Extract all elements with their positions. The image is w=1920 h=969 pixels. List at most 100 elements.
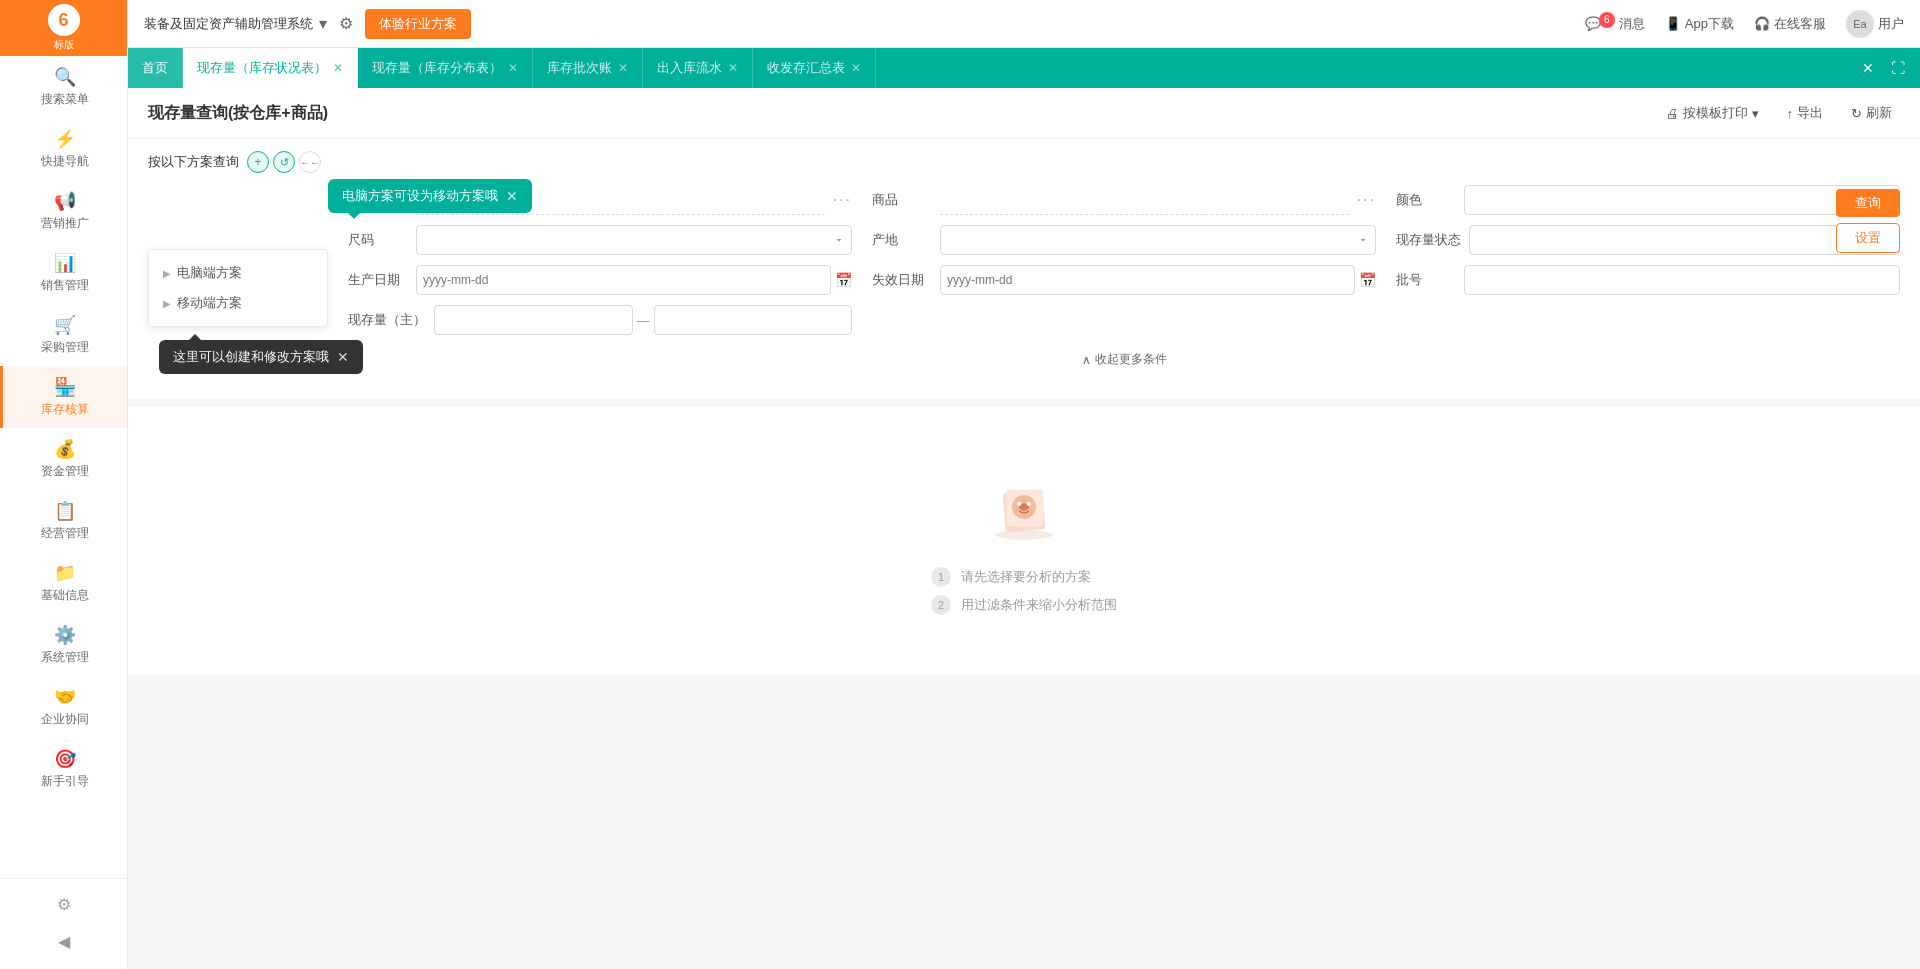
finance-nav-icon: 💰 [54,438,76,460]
prod-date-calendar-icon[interactable]: 📅 [835,272,852,288]
search-nav-icon: 🔍 [54,66,76,88]
filter-expire-date: 失效日期 📅 [872,265,1376,295]
sidebar-item-basic[interactable]: 📁 基础信息 [0,552,127,614]
topbar: 装备及固定资产辅助管理系统 ▾ ⚙ 体验行业方案 💬 6 消息 📱 App下载 … [128,0,1920,48]
sidebar: 6 标版 🔍 搜索菜单 ⚡ 快捷导航 📢 营销推广 📊 销售管理 🛒 采购管理 … [0,0,128,969]
sidebar-item-search[interactable]: 🔍 搜索菜单 [0,56,127,118]
sidebar-item-inventory[interactable]: 🏪 库存核算 [0,366,127,428]
system-dropdown-icon[interactable]: ▾ [319,14,327,33]
svg-point-4 [1017,501,1022,506]
expire-date-calendar-icon[interactable]: 📅 [1359,272,1376,288]
prod-date-wrap: 📅 [416,265,852,295]
export-btn[interactable]: ↑ 导出 [1779,100,1832,126]
tab-inout[interactable]: 出入库流水✕ [643,48,753,88]
add-scheme-btn[interactable]: + [247,151,269,173]
quantity-to-input[interactable] [654,305,853,335]
scheme-list: ▶ 电脑端方案 ▶ 移动端方案 这里可以创建和修改方案哦 ✕ [148,249,328,327]
user-label: 用户 [1878,15,1904,33]
tab-close-inout[interactable]: ✕ [728,61,738,75]
batch-label: 批号 [1396,271,1456,289]
online-support-btn[interactable]: 🎧 在线客服 [1754,15,1826,33]
system-nav-icon: ⚙️ [54,624,76,646]
tooltip1-close-btn[interactable]: ✕ [506,188,518,204]
industry-btn[interactable]: 体验行业方案 [365,9,471,39]
scheme-item-mobile[interactable]: ▶ 移动端方案 [149,288,327,318]
sidebar-item-system[interactable]: ⚙️ 系统管理 [0,614,127,676]
filter-row-3: 生产日期 📅 失效日期 📅 批号 [348,265,1900,295]
expire-date-wrap: 📅 [940,265,1376,295]
sidebar-item-operations[interactable]: 📋 经营管理 [0,490,127,552]
expire-date-input[interactable] [940,265,1355,295]
message-label: 消息 [1619,15,1645,33]
inventory-nav-icon: 🏪 [54,376,76,398]
print-icon: 🖨 [1666,106,1679,121]
sidebar-item-purchase[interactable]: 🛒 采购管理 [0,304,127,366]
reset-btn[interactable]: 设置 [1836,223,1900,253]
tab-expand-btn[interactable]: ⛶ [1884,54,1912,82]
page-actions: 🖨 按模板打印 ▾ ↑ 导出 ↻ 刷新 [1658,100,1901,138]
settings-gear-icon[interactable]: ⚙ [339,14,353,33]
tab-home[interactable]: 首页 [128,48,183,88]
filter-quantity: 现存量（主） — [348,305,852,335]
filter-fields: 仓库 ··· 商品 ··· 颜色 [348,185,1900,374]
tab-close-inventory-status[interactable]: ✕ [333,61,343,75]
sidebar-item-marketing[interactable]: 📢 营销推广 [0,180,127,242]
sidebar-item-enterprise[interactable]: 🤝 企业协同 [0,676,127,738]
quantity-from-input[interactable] [434,305,633,335]
quantity-separator: — [637,313,650,328]
tab-inventory-dist[interactable]: 现存量（库存分布表）✕ [358,48,533,88]
prod-date-input[interactable] [416,265,831,295]
sidebar-item-guide[interactable]: 🎯 新手引导 [0,738,127,800]
origin-select[interactable] [940,225,1376,255]
scheme-item-desktop[interactable]: ▶ 电脑端方案 [149,258,327,288]
sidebar-item-sales[interactable]: 📊 销售管理 [0,242,127,304]
tab-label-collect: 收发存汇总表 [767,59,845,77]
filter-batch: 批号 [1396,265,1900,295]
tab-collect[interactable]: 收发存汇总表 ✕ [753,48,876,88]
refresh-scheme-btn[interactable]: ↺ [273,151,295,173]
tooltip2-close-btn[interactable]: ✕ [337,349,349,365]
basic-nav-icon: 📁 [54,562,76,584]
color-select[interactable] [1464,185,1900,215]
quantity-label: 现存量（主） [348,311,426,329]
svg-point-0 [996,530,1052,540]
origin-label: 产地 [872,231,932,249]
sidebar-item-quicknav[interactable]: ⚡ 快捷导航 [0,118,127,180]
tab-batch[interactable]: 库存批次账✕ [533,48,643,88]
app-logo: 6 标版 [0,0,127,56]
tab-close-collect[interactable]: ✕ [851,61,861,75]
content-area: 现存量查询(按仓库+商品) 🖨 按模板打印 ▾ ↑ 导出 ↻ 刷新 [128,88,1920,969]
sidebar-item-finance[interactable]: 💰 资金管理 [0,428,127,490]
user-area[interactable]: Ea 用户 [1846,10,1904,38]
marketing-nav-icon: 📢 [54,190,76,212]
size-select[interactable] [416,225,852,255]
guide-nav-icon: 🎯 [54,748,76,770]
color-label: 颜色 [1396,191,1456,209]
search-btn[interactable]: 查询 [1836,189,1900,217]
print-btn[interactable]: 🖨 按模板打印 ▾ [1658,100,1767,126]
filter-color: 颜色 [1396,185,1900,215]
tab-close-batch[interactable]: ✕ [618,61,628,75]
goods-dots[interactable]: ··· [1357,191,1376,209]
warehouse-dots[interactable]: ··· [833,191,852,209]
message-btn[interactable]: 💬 6 消息 [1585,15,1645,33]
logo-text: 标版 [54,38,74,52]
filter-origin: 产地 [872,225,1376,255]
tab-inventory-status[interactable]: 现存量（库存状况表）✕ [183,48,358,88]
tab-close-all-btn[interactable]: ✕ [1854,54,1882,82]
batch-input[interactable] [1464,265,1900,295]
filter-row-4: 现存量（主） — [348,305,1900,335]
sidebar-footer-collapse[interactable]: ◀ [0,924,127,961]
page-title: 现存量查询(按仓库+商品) [148,103,328,136]
settings-icon: ⚙ [57,895,71,914]
size-label: 尺码 [348,231,408,249]
collapse-icon: ◀ [58,932,70,951]
collapse-conditions-btn[interactable]: ∧ 收起更多条件 [348,345,1900,374]
tab-close-inventory-dist[interactable]: ✕ [508,61,518,75]
tabs-bar: 首页现存量（库存状况表）✕现存量（库存分布表）✕库存批次账✕出入库流水✕收发存汇… [128,48,1920,88]
refresh-btn[interactable]: ↻ 刷新 [1843,100,1900,126]
app-download-btn[interactable]: 📱 App下载 [1665,15,1734,33]
arrow-scheme-btn[interactable]: ←← [299,151,321,173]
goods-input[interactable] [940,185,1349,215]
sidebar-footer-settings[interactable]: ⚙ [0,887,127,924]
